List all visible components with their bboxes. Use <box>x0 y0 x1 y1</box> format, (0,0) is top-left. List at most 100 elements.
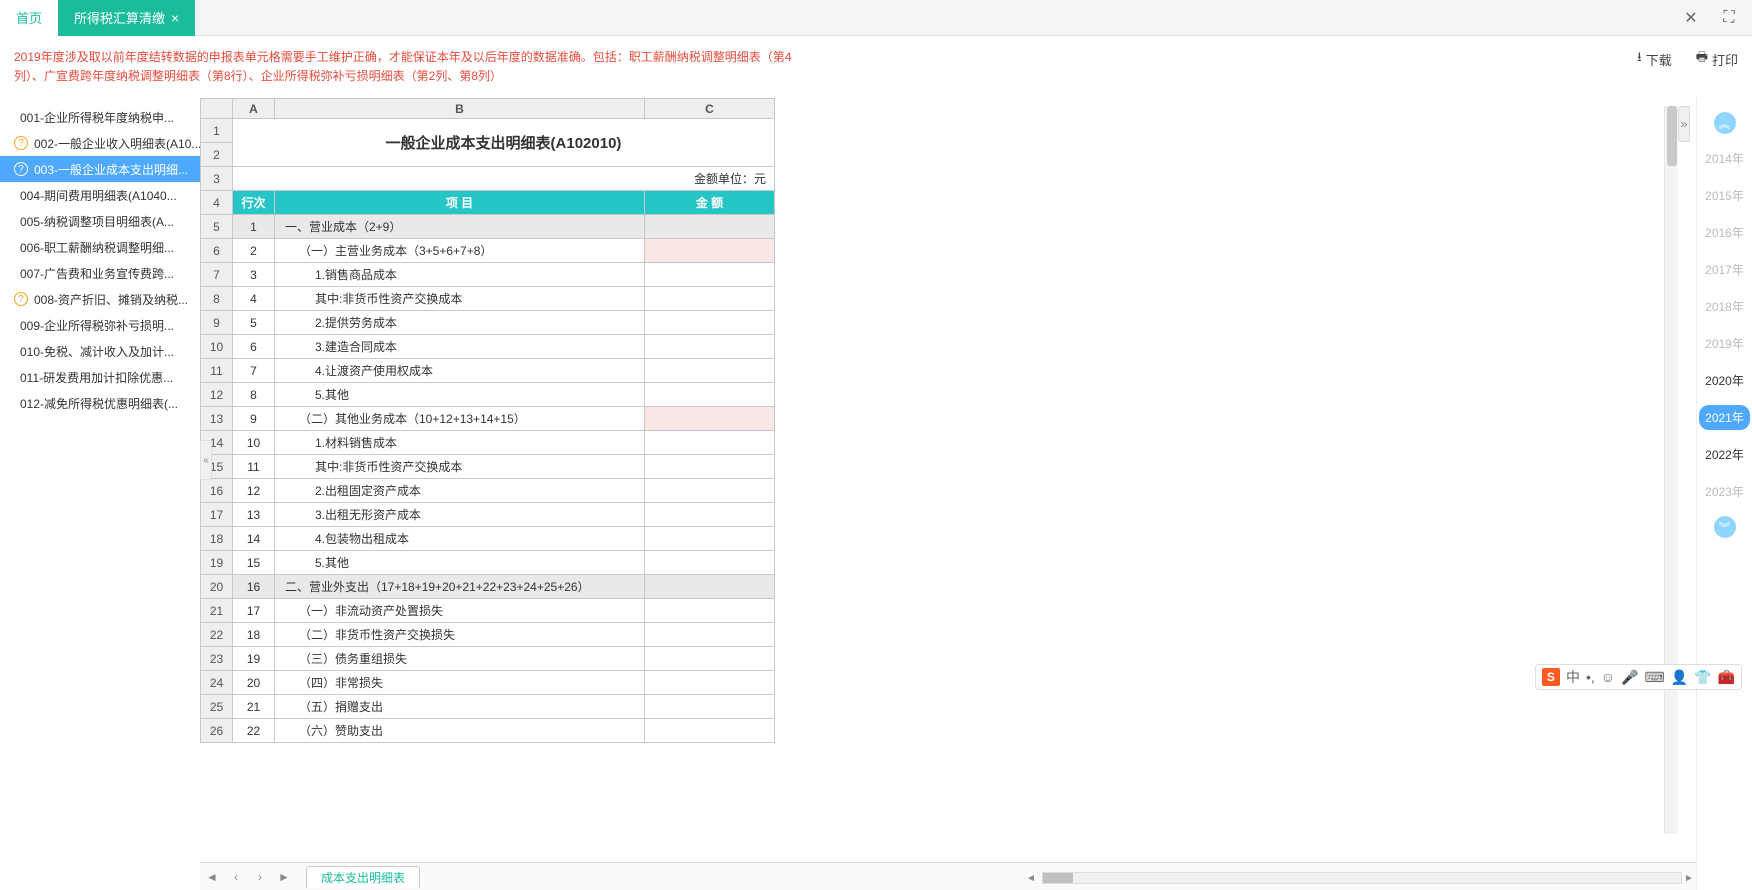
row-header[interactable]: 3 <box>201 167 233 191</box>
window-close-icon[interactable]: ✕ <box>1676 3 1706 33</box>
hscroll-left-icon[interactable]: ◄ <box>1024 871 1038 885</box>
cell-item[interactable]: （五）捐赠支出 <box>275 695 645 719</box>
cell-amount[interactable] <box>645 599 775 623</box>
row-header[interactable]: 17 <box>201 503 233 527</box>
cell-item[interactable]: 二、营业外支出（17+18+19+20+21+22+23+24+25+26） <box>275 575 645 599</box>
cell-item[interactable]: （二）其他业务成本（10+12+13+14+15） <box>275 407 645 431</box>
cell-rownum[interactable]: 11 <box>233 455 275 479</box>
sidebar-collapse-handle[interactable]: « <box>200 440 212 480</box>
cell-item[interactable]: （二）非货币性资产交换损失 <box>275 623 645 647</box>
hscroll-thumb[interactable] <box>1043 873 1073 883</box>
sidebar-item-3[interactable]: 004-期间费用明细表(A1040... <box>0 182 200 208</box>
scroll-down-icon[interactable]: ︾ <box>1714 516 1736 538</box>
row-header[interactable]: 4 <box>201 191 233 215</box>
cell-item[interactable]: 1.材料销售成本 <box>275 431 645 455</box>
ime-toolbox-icon[interactable]: 🧰 <box>1718 669 1735 686</box>
cell-rownum[interactable]: 6 <box>233 335 275 359</box>
cell-item[interactable]: 3.建造合同成本 <box>275 335 645 359</box>
ime-user-icon[interactable]: 👤 <box>1671 669 1688 686</box>
sidebar-item-0[interactable]: 001-企业所得税年度纳税申... <box>0 104 200 130</box>
cell-item[interactable]: （六）赞助支出 <box>275 719 645 743</box>
cell-rownum[interactable]: 12 <box>233 479 275 503</box>
row-header[interactable]: 7 <box>201 263 233 287</box>
cell-amount[interactable] <box>645 359 775 383</box>
download-button[interactable]: ⭳下载 <box>1637 48 1672 70</box>
sheet-nav-last-icon[interactable]: ► <box>272 870 296 884</box>
cell-rownum[interactable]: 19 <box>233 647 275 671</box>
sidebar-item-9[interactable]: 010-免税、减计收入及加计... <box>0 338 200 364</box>
cell-rownum[interactable]: 1 <box>233 215 275 239</box>
cell-item[interactable]: 4.让渡资产使用权成本 <box>275 359 645 383</box>
year-2018年[interactable]: 2018年 <box>1699 294 1750 319</box>
cell-item[interactable]: 4.包装物出租成本 <box>275 527 645 551</box>
sidebar-item-4[interactable]: 005-纳税调整项目明细表(A... <box>0 208 200 234</box>
row-header[interactable]: 6 <box>201 239 233 263</box>
ime-lang-label[interactable]: 中 <box>1566 667 1580 687</box>
cell-amount[interactable] <box>645 407 775 431</box>
hscroll-right-icon[interactable]: ► <box>1682 871 1696 885</box>
corner-cell[interactable] <box>201 99 233 119</box>
sheet-nav-next-icon[interactable]: › <box>248 870 272 884</box>
cell-amount[interactable] <box>645 263 775 287</box>
col-header-a[interactable]: A <box>233 99 275 119</box>
row-header[interactable]: 21 <box>201 599 233 623</box>
tab-home[interactable]: 首页 <box>0 0 58 36</box>
cell-rownum[interactable]: 14 <box>233 527 275 551</box>
ime-toolbar[interactable]: S 中 •, ☺ 🎤 ⌨ 👤 👕 🧰 <box>1535 664 1742 690</box>
cell-rownum[interactable]: 7 <box>233 359 275 383</box>
fullscreen-icon[interactable]: ⛶ <box>1714 3 1744 33</box>
cell-rownum[interactable]: 8 <box>233 383 275 407</box>
ime-skin-icon[interactable]: 👕 <box>1694 669 1711 686</box>
cell-amount[interactable] <box>645 575 775 599</box>
vscroll-thumb[interactable] <box>1667 106 1677 166</box>
cell-item[interactable]: 其中:非货币性资产交换成本 <box>275 455 645 479</box>
cell-amount[interactable] <box>645 311 775 335</box>
row-header[interactable]: 25 <box>201 695 233 719</box>
year-2021年[interactable]: 2021年 <box>1699 405 1750 430</box>
row-header[interactable]: 13 <box>201 407 233 431</box>
row-header[interactable]: 18 <box>201 527 233 551</box>
cell-amount[interactable] <box>645 503 775 527</box>
vertical-scrollbar[interactable] <box>1664 106 1678 834</box>
cell-amount[interactable] <box>645 455 775 479</box>
cell-amount[interactable] <box>645 239 775 263</box>
year-2014年[interactable]: 2014年 <box>1699 146 1750 171</box>
ime-mic-icon[interactable]: 🎤 <box>1621 669 1638 686</box>
sidebar-item-1[interactable]: ?002-一般企业收入明细表(A10... <box>0 130 200 156</box>
row-header[interactable]: 19 <box>201 551 233 575</box>
cell-item[interactable]: 一、营业成本（2+9） <box>275 215 645 239</box>
close-icon[interactable]: × <box>171 10 179 26</box>
year-2017年[interactable]: 2017年 <box>1699 257 1750 282</box>
ime-punct-icon[interactable]: •, <box>1586 669 1595 685</box>
row-header[interactable]: 26 <box>201 719 233 743</box>
cell-item[interactable]: 5.其他 <box>275 383 645 407</box>
sidebar-item-2[interactable]: ?003-一般企业成本支出明细... <box>0 156 200 182</box>
cell-rownum[interactable]: 4 <box>233 287 275 311</box>
year-2022年[interactable]: 2022年 <box>1699 442 1750 467</box>
row-header[interactable]: 23 <box>201 647 233 671</box>
sidebar-item-11[interactable]: 012-减免所得税优惠明细表(... <box>0 390 200 416</box>
cell-rownum[interactable]: 13 <box>233 503 275 527</box>
cell-item[interactable]: 5.其他 <box>275 551 645 575</box>
sidebar-item-5[interactable]: 006-职工薪酬纳税调整明细... <box>0 234 200 260</box>
row-header[interactable]: 2 <box>201 143 233 167</box>
row-header[interactable]: 20 <box>201 575 233 599</box>
year-2023年[interactable]: 2023年 <box>1699 479 1750 504</box>
cell-item[interactable]: （一）主营业务成本（3+5+6+7+8） <box>275 239 645 263</box>
row-header[interactable]: 12 <box>201 383 233 407</box>
cell-rownum[interactable]: 15 <box>233 551 275 575</box>
row-header[interactable]: 11 <box>201 359 233 383</box>
cell-item[interactable]: （三）债务重组损失 <box>275 647 645 671</box>
year-2015年[interactable]: 2015年 <box>1699 183 1750 208</box>
cell-amount[interactable] <box>645 215 775 239</box>
cell-rownum[interactable]: 16 <box>233 575 275 599</box>
row-header[interactable]: 8 <box>201 287 233 311</box>
cell-rownum[interactable]: 9 <box>233 407 275 431</box>
cell-amount[interactable] <box>645 335 775 359</box>
sheet-tab[interactable]: 成本支出明细表 <box>306 866 420 888</box>
cell-amount[interactable] <box>645 671 775 695</box>
print-button[interactable]: 🖶打印 <box>1696 48 1738 70</box>
cell-amount[interactable] <box>645 695 775 719</box>
cell-amount[interactable] <box>645 479 775 503</box>
ime-emoji-icon[interactable]: ☺ <box>1601 669 1615 685</box>
